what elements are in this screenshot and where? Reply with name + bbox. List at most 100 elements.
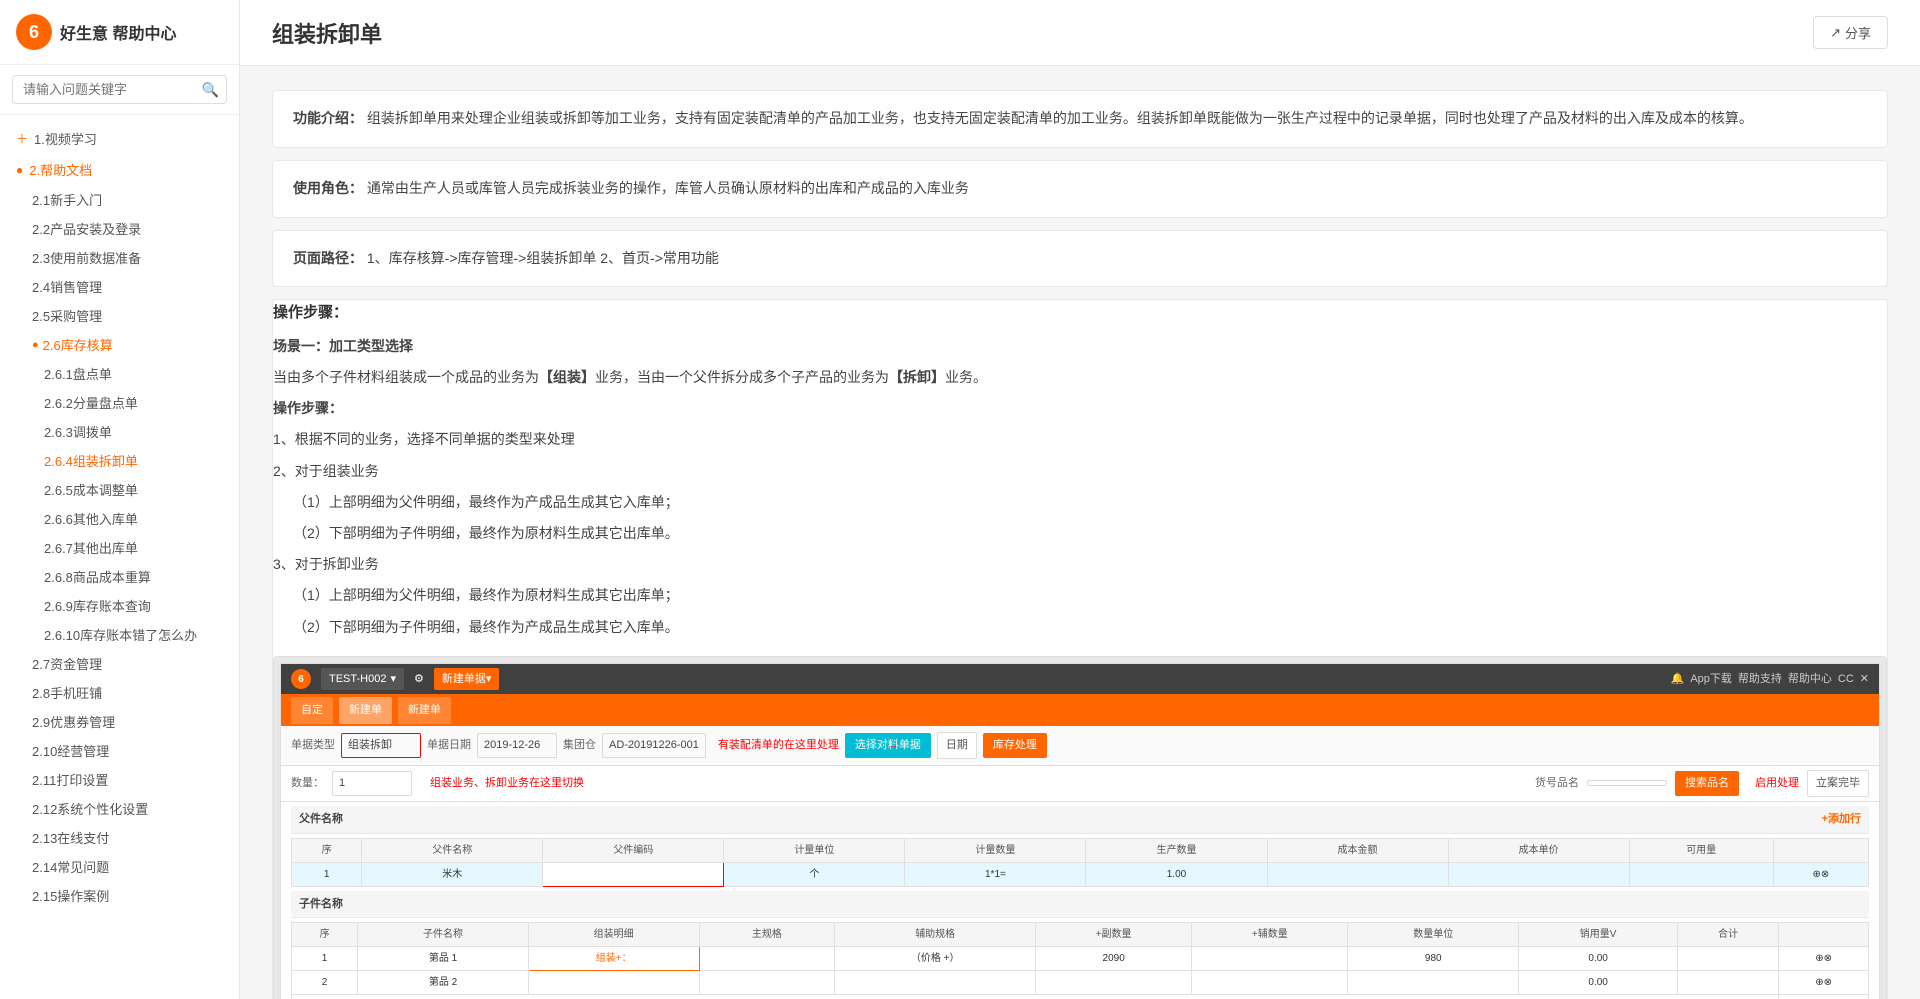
sidebar-item-helpdocs[interactable]: ● 2.帮助文档 [0, 154, 239, 185]
sidebar-item-videos[interactable]: ＋ 1.视频学习 [0, 123, 239, 154]
cell-seq: 1 [292, 862, 362, 886]
cell-action[interactable]: ⊕⊗ [1779, 971, 1869, 995]
cell: 1 [292, 947, 358, 971]
app-download-link[interactable]: App下载 [1690, 670, 1732, 689]
date-btn[interactable]: 日期 [937, 732, 977, 759]
batch-hint: 启用处理 [1755, 774, 1799, 793]
qty-input[interactable]: 1 [332, 771, 412, 796]
cell [1192, 971, 1348, 995]
main-content: 组装拆卸单 ↗ 分享 功能介绍： 组装拆卸单用来处理企业组装或拆卸等加工业务，支… [240, 0, 1920, 999]
sidebar-item-label: 2.帮助文档 [29, 160, 92, 179]
app-top-bar: 6 TEST-H002 ▾ ⚙ 新建单据▾ 🔔 App下载 [281, 664, 1879, 695]
share-button[interactable]: ↗ 分享 [1813, 16, 1888, 49]
sidebar-item-2-11[interactable]: 2.11打印设置 [0, 765, 239, 794]
app-mockup: 6 TEST-H002 ▾ ⚙ 新建单据▾ 🔔 App下载 [280, 663, 1880, 999]
cell-action[interactable]: ⊕⊗ [1779, 947, 1869, 971]
cell-cost-price [1448, 862, 1629, 886]
child-col-usage: 销用量V [1519, 923, 1678, 947]
sidebar-item-2-6-5[interactable]: 2.6.5成本调整单 [0, 475, 239, 504]
new-doc-btn[interactable]: 新建单据▾ [434, 668, 500, 691]
step2: 2、对于组装业务 [273, 459, 1887, 484]
app-nav-new1[interactable]: 新建单 [339, 697, 392, 724]
child-col-detail: 组装明细 [528, 923, 699, 947]
child-col-unit: 数量单位 [1348, 923, 1519, 947]
sidebar-item-2-6-6[interactable]: 2.6.6其他入库单 [0, 504, 239, 533]
search-icon[interactable]: 🔍 [202, 81, 219, 98]
sidebar-item-2-6-1[interactable]: 2.6.1盘点单 [0, 359, 239, 388]
cell [699, 971, 835, 995]
cell [1678, 947, 1779, 971]
sidebar-item-2-6-8[interactable]: 2.6.8商品成本重算 [0, 562, 239, 591]
settings-icon: ⚙ [414, 670, 424, 689]
cell-prod-qty: 1.00 [1086, 862, 1267, 886]
confirm-btn[interactable]: 立案完毕 [1807, 770, 1869, 797]
step3-1: （1）上部明细为父件明细，最终作为原材料生成其它出库单； [273, 583, 1887, 608]
sidebar-item-2-8[interactable]: 2.8手机旺铺 [0, 678, 239, 707]
doc-type-input[interactable]: 组装拆卸 [341, 733, 421, 758]
sidebar-item-2-7[interactable]: 2.7资金管理 [0, 649, 239, 678]
child-col-actions [1779, 923, 1869, 947]
cell-action[interactable]: ⊕⊗ [1779, 995, 1869, 999]
sidebar-item-2-6-4[interactable]: 2.6.4组装拆卸单 [0, 446, 239, 475]
add-row-btn[interactable]: +添加行 [1822, 810, 1861, 829]
app-company-selector[interactable]: TEST-H002 ▾ [321, 668, 404, 691]
cell-parent-name: 米木 [362, 862, 543, 886]
search-name-btn[interactable]: 搜索品名 [1675, 771, 1739, 796]
child-table: 序 子件名称 组装明细 主规格 辅助规格 +副数量 +辅数量 数量单位 销用量V [291, 922, 1869, 999]
search-input[interactable] [12, 75, 227, 104]
child-col-qty2: +辅数量 [1192, 923, 1348, 947]
sidebar-item-2-6-3[interactable]: 2.6.3调拨单 [0, 417, 239, 446]
sidebar-item-2-12[interactable]: 2.12系统个性化设置 [0, 794, 239, 823]
cell [1036, 971, 1192, 995]
col-prod-qty: 生产数量 [1086, 838, 1267, 862]
sub-label: 2.6库存核算 [43, 335, 113, 354]
sub-label: 2.4销售管理 [32, 277, 102, 296]
close-icon[interactable]: ✕ [1860, 670, 1869, 689]
help-support-link[interactable]: 帮助支持 [1738, 670, 1782, 689]
sidebar-item-2-1[interactable]: 2.1新手入门 [0, 185, 239, 214]
cell-action[interactable]: ⊕⊗ [1773, 862, 1868, 886]
sidebar-item-2-6-9[interactable]: 2.6.9库存账本查询 [0, 591, 239, 620]
cell-parent-code[interactable] [543, 862, 724, 886]
ops-steps-label: 操作步骤： [273, 396, 1887, 421]
search-field-input[interactable] [1587, 780, 1667, 786]
role-label: 使用角色： [293, 180, 363, 196]
step3-2: （2）下部明细为子件明细，最终作为产成品生成其它入库单。 [273, 615, 1887, 640]
process-btn[interactable]: 库存处理 [983, 733, 1047, 758]
doc-date-input[interactable]: 2019-12-26 [477, 733, 557, 758]
help-center-link[interactable]: 帮助中心 [1788, 670, 1832, 689]
parent-section-header: 父件名称 +添加行 [291, 806, 1869, 834]
app-nav-new2[interactable]: 新建单 [398, 697, 451, 724]
bell-icon: 🔔 [1671, 670, 1685, 689]
sidebar-item-2-3[interactable]: 2.3使用前数据准备 [0, 243, 239, 272]
parent-title: 父件名称 [299, 810, 343, 829]
sidebar-item-2-10[interactable]: 2.10经营管理 [0, 736, 239, 765]
combo-hint: 组装业务、拆卸业务在这里切换 [430, 774, 584, 793]
role-text: 通常由生产人员或库管人员完成拆装业务的操作，库管人员确认原材料的出库和产成品的入… [367, 180, 969, 196]
sidebar-item-2-9[interactable]: 2.9优惠券管理 [0, 707, 239, 736]
sidebar-item-2-5[interactable]: 2.5采购管理 [0, 301, 239, 330]
sub-label: 2.1新手入门 [32, 190, 102, 209]
sidebar-item-2-14[interactable]: 2.14常见问题 [0, 852, 239, 881]
doc-number-input[interactable]: AD-20191226-001 [602, 733, 706, 758]
sidebar-item-2-15[interactable]: 2.15操作案例 [0, 881, 239, 910]
cell-cost-amt [1267, 862, 1448, 886]
app-nav-custom[interactable]: 自定 [291, 697, 333, 724]
main-header: 组装拆卸单 ↗ 分享 [240, 0, 1920, 66]
sidebar-item-2-13[interactable]: 2.13在线支付 [0, 823, 239, 852]
sidebar-logo: 6 好生意 帮助中心 [0, 0, 239, 65]
sidebar-item-2-2[interactable]: 2.2产品安装及登录 [0, 214, 239, 243]
cell: 0.00 [1519, 947, 1678, 971]
company-id: TEST-H002 [329, 670, 386, 689]
child-section: 子件名称 序 子件名称 组装明细 主规格 辅助规格 [281, 887, 1879, 999]
sidebar-item-2-4[interactable]: 2.4销售管理 [0, 272, 239, 301]
app-top-right: 🔔 App下载 帮助支持 帮助中心 CC ✕ [1671, 670, 1869, 689]
sidebar-item-2-6-7[interactable]: 2.6.7其他出库单 [0, 533, 239, 562]
sidebar-item-2-6-2[interactable]: 2.6.2分量盘点单 [0, 388, 239, 417]
cell: （价格 +） [835, 947, 1036, 971]
col-cost-amt: 成本金额 [1267, 838, 1448, 862]
sidebar-item-2-6-10[interactable]: 2.6.10库存账本错了怎么办 [0, 620, 239, 649]
scene1-title: 场景一：加工类型选择 [273, 334, 1887, 359]
col-parent-name: 父件名称 [362, 838, 543, 862]
sidebar-item-2-6[interactable]: ● 2.6库存核算 [0, 330, 239, 359]
